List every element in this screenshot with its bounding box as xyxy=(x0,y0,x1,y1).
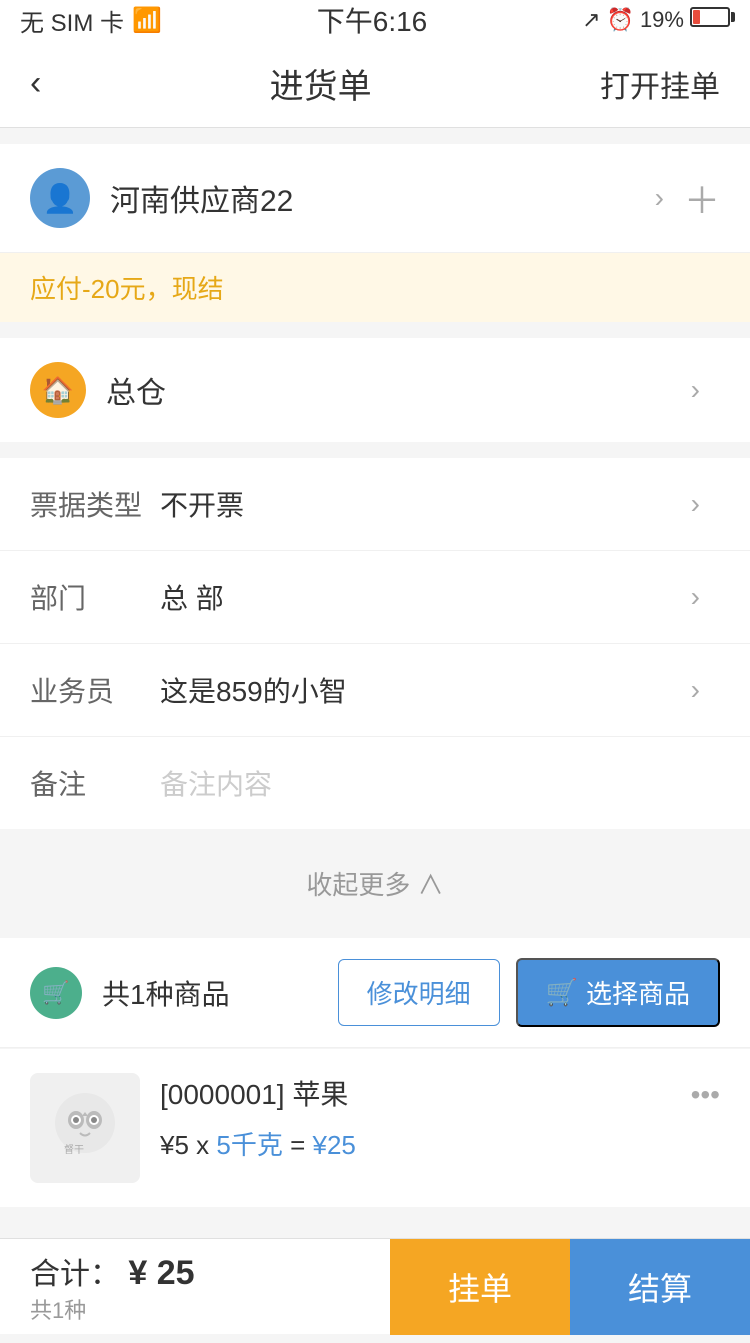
nav-bar: ‹ 进货单 打开挂单 xyxy=(0,40,750,128)
supplier-avatar: 👤 xyxy=(30,168,90,228)
collapse-bar[interactable]: 收起更多 ∧ xyxy=(0,845,750,922)
wifi-icon: 📶 xyxy=(132,6,162,35)
status-bar-time: 下午6:16 xyxy=(317,0,428,40)
warehouse-symbol: 🏠 xyxy=(42,375,74,406)
page-title: 进货单 xyxy=(270,59,372,108)
notice-bar: 应付-20元，现结 xyxy=(0,253,750,322)
remark-row[interactable]: 备注 备注内容 xyxy=(0,737,750,829)
remark-label: 备注 xyxy=(30,763,150,803)
product-info: [0000001] 苹果 ¥5 x 5千克 = ¥25 xyxy=(160,1073,691,1162)
product-more-button[interactable]: ••• xyxy=(691,1079,720,1111)
invoice-type-row[interactable]: 票据类型 不开票 › xyxy=(0,458,750,551)
department-chevron-icon: › xyxy=(691,581,700,613)
salesperson-chevron-icon: › xyxy=(691,674,700,706)
salesperson-value: 这是859的小智 xyxy=(150,670,691,710)
total-price: ¥25 xyxy=(313,1130,356,1160)
select-product-button[interactable]: 🛒 选择商品 xyxy=(516,958,720,1027)
alarm-icon: ⏰ xyxy=(607,7,634,33)
department-value: 总 部 xyxy=(150,577,691,617)
total-section: 合计： ¥ 25 共1种 xyxy=(0,1249,390,1325)
warehouse-row[interactable]: 🏠 总仓 › xyxy=(0,338,750,442)
location-icon: ↗ xyxy=(582,7,600,33)
products-count: 共1种商品 xyxy=(102,973,338,1013)
products-icon: 🛒 xyxy=(30,967,82,1019)
cart-icon: 🛒 xyxy=(42,980,69,1006)
product-price: ¥5 x 5千克 = ¥25 xyxy=(160,1125,691,1162)
avatar-icon: 👤 xyxy=(43,182,78,215)
supplier-name: 河南供应商22 xyxy=(110,176,655,220)
back-button[interactable]: ‹ xyxy=(30,64,41,103)
quantity: 5千克 xyxy=(216,1130,282,1160)
product-thumbnail: 督干 xyxy=(30,1073,140,1183)
total-label: 合计： xyxy=(30,1258,120,1291)
edit-detail-button[interactable]: 修改明细 xyxy=(338,959,500,1026)
supplier-chevron-icon: › xyxy=(655,182,664,214)
invoice-type-label: 票据类型 xyxy=(30,484,150,524)
open-hang-button[interactable]: 打开挂单 xyxy=(600,62,720,106)
product-item: 督干 [0000001] 苹果 ¥5 x 5千克 = ¥25 ••• xyxy=(0,1049,750,1207)
add-supplier-button[interactable]: ＋ xyxy=(684,172,720,224)
battery-percent: 19% xyxy=(640,7,684,33)
warehouse-chevron-icon: › xyxy=(691,374,700,406)
form-card: 票据类型 不开票 › 部门 总 部 › 业务员 这是859的小智 › 备注 备注… xyxy=(0,458,750,829)
warehouse-icon: 🏠 xyxy=(30,362,86,418)
warehouse-card: 🏠 总仓 › xyxy=(0,338,750,442)
equals-sign: = xyxy=(290,1130,312,1160)
product-name: [0000001] 苹果 xyxy=(160,1073,691,1113)
total-amount: 合计： ¥ 25 xyxy=(30,1249,360,1293)
warehouse-name: 总仓 xyxy=(106,368,691,412)
unit-price: ¥5 xyxy=(160,1130,189,1160)
product-code: [0000001] xyxy=(160,1079,285,1110)
department-row[interactable]: 部门 总 部 › xyxy=(0,551,750,644)
total-count: 共1种 xyxy=(30,1293,360,1325)
select-icon: 🛒 xyxy=(546,977,578,1008)
salesperson-label: 业务员 xyxy=(30,670,150,710)
supplier-card: 👤 河南供应商22 › ＋ 应付-20元，现结 xyxy=(0,144,750,322)
select-product-label: 选择商品 xyxy=(586,974,690,1011)
remark-input[interactable]: 备注内容 xyxy=(150,763,720,803)
invoice-type-chevron-icon: › xyxy=(691,488,700,520)
products-header: 🛒 共1种商品 修改明细 🛒 选择商品 xyxy=(0,938,750,1048)
battery-icon xyxy=(690,7,730,33)
salesperson-row[interactable]: 业务员 这是859的小智 › xyxy=(0,644,750,737)
sim-status: 无 SIM 卡 xyxy=(20,3,124,38)
total-value: ¥ 25 xyxy=(128,1254,194,1292)
checkout-button[interactable]: 结算 xyxy=(570,1239,750,1335)
status-bar-left: 无 SIM 卡 📶 xyxy=(20,3,162,38)
svg-text:督干: 督干 xyxy=(64,1143,84,1156)
status-bar: 无 SIM 卡 📶 下午6:16 ↗ ⏰ 19% xyxy=(0,0,750,40)
status-bar-right: ↗ ⏰ 19% xyxy=(582,7,730,33)
supplier-row[interactable]: 👤 河南供应商22 › ＋ xyxy=(0,144,750,253)
department-label: 部门 xyxy=(30,577,150,617)
multiply-sign: x xyxy=(196,1130,216,1160)
hang-order-button[interactable]: 挂单 xyxy=(390,1239,570,1335)
product-thumb-icon: 督干 xyxy=(50,1088,120,1168)
invoice-type-value: 不开票 xyxy=(150,484,691,524)
bottom-bar: 合计： ¥ 25 共1种 挂单 结算 xyxy=(0,1238,750,1334)
